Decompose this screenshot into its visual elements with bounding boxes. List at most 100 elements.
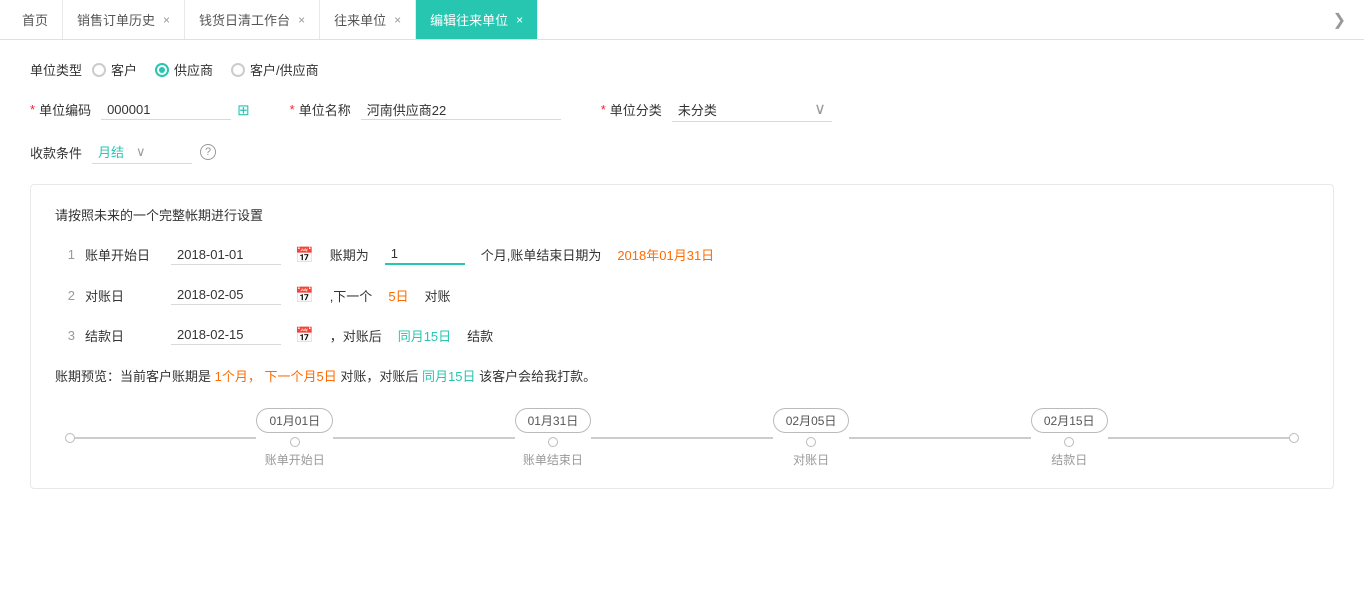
tab-home-label: 首页 — [22, 10, 48, 29]
payment-prefix: ，对账后 — [330, 326, 382, 345]
timeline-start-dot — [65, 433, 75, 443]
tab-sales-history-label: 销售订单历史 — [77, 10, 155, 29]
unit-code-input[interactable] — [101, 100, 231, 120]
payment-day-highlight: 同月15日 — [398, 326, 451, 345]
tab-sales-history[interactable]: 销售订单历史 × — [63, 0, 185, 39]
unit-code-input-wrapper: ⊞ — [101, 100, 250, 120]
unit-category-required: * — [601, 102, 606, 117]
row-3-number: 3 — [55, 328, 75, 343]
payment-terms-arrow: ∨ — [136, 144, 146, 160]
unit-code-label: 单位编码 — [39, 100, 91, 119]
unit-code-required: * — [30, 102, 35, 117]
preview-payment-day: 同月15日 — [422, 369, 475, 384]
payment-terms-help[interactable]: ? — [200, 144, 216, 160]
payment-terms-label: 收款条件 — [30, 143, 82, 162]
setting-row-2: 2 对账日 📅 ,下一个 5日 对账 — [55, 285, 1309, 305]
tab-partners-label: 往来单位 — [334, 10, 386, 29]
reconcile-date-input[interactable] — [171, 285, 281, 305]
row-2-number: 2 — [55, 288, 75, 303]
main-content: 单位类型 客户 供应商 客户/供应商 * 单位编码 ⊞ — [0, 40, 1364, 608]
unit-type-label: 单位类型 — [30, 60, 82, 79]
unit-category-select[interactable]: 未分类 ∨ — [672, 97, 832, 122]
tab-partners[interactable]: 往来单位 × — [320, 0, 416, 39]
end-date-highlight: 2018年01月31日 — [617, 245, 714, 264]
tl-line-2 — [333, 437, 514, 439]
unit-category-arrow: ∨ — [814, 99, 826, 119]
timeline-node-2: 01月31日 账单结束日 — [515, 408, 592, 468]
preview-reconcile-text: 对账，对账后 — [340, 369, 418, 384]
tab-sales-history-close[interactable]: × — [163, 13, 170, 27]
tl-line-5 — [1108, 437, 1289, 439]
timeline-date-4: 02月15日 — [1031, 408, 1108, 433]
reconcile-date-calendar-icon[interactable]: 📅 — [295, 286, 314, 304]
radio-customer-supplier[interactable]: 客户/供应商 — [231, 60, 319, 79]
payment-date-input[interactable] — [171, 325, 281, 345]
period-unit-text: 个月,账单结束日期为 — [481, 245, 602, 264]
row-1-number: 1 — [55, 247, 75, 262]
period-value-input[interactable] — [385, 244, 465, 265]
preview-reconcile-day: 下一个月5日 — [265, 369, 337, 384]
radio-supplier-label: 供应商 — [174, 60, 213, 79]
dot-1 — [290, 437, 300, 447]
payment-terms-value: 月结 — [98, 142, 124, 161]
tl-line-4 — [849, 437, 1030, 439]
row-3-label: 结款日 — [85, 326, 155, 345]
timeline-end-dot — [1289, 433, 1299, 443]
tab-cash-workbench[interactable]: 钱货日清工作台 × — [185, 0, 320, 39]
tab-more-button[interactable]: ❯ — [1323, 10, 1356, 30]
payment-suffix: 结款 — [467, 326, 493, 345]
tab-cash-workbench-close[interactable]: × — [298, 13, 305, 27]
unit-name-required: * — [290, 102, 295, 117]
preview-prefix: 账期预览：当前客户账期是 — [55, 369, 211, 384]
preview-suffix: 该客户会给我打款。 — [479, 369, 596, 384]
unit-name-label: 单位名称 — [299, 100, 351, 119]
unit-info-row: * 单位编码 ⊞ * 单位名称 * 单位分类 未分类 ∨ — [30, 97, 1334, 122]
tl-line-3 — [591, 437, 772, 439]
setting-row-3: 3 结款日 📅 ，对账后 同月15日 结款 — [55, 325, 1309, 345]
radio-customer-supplier-circle — [231, 63, 245, 77]
dot-2 — [548, 437, 558, 447]
radio-customer[interactable]: 客户 — [92, 60, 137, 79]
section-title: 请按照未来的一个完整帐期进行设置 — [55, 205, 1309, 224]
preview-period: 1个月， — [215, 369, 261, 384]
dot-left — [65, 433, 75, 443]
start-date-input[interactable] — [171, 245, 281, 265]
radio-customer-supplier-label: 客户/供应商 — [250, 60, 319, 79]
radio-supplier-circle — [155, 63, 169, 77]
timeline: 01月01日 账单开始日 01月31日 账单结束日 02月05日 对账日 02月… — [55, 408, 1309, 468]
unit-code-copy-icon[interactable]: ⊞ — [237, 101, 250, 119]
payment-terms-select[interactable]: 月结 ∨ — [92, 140, 192, 164]
payment-date-calendar-icon[interactable]: 📅 — [295, 326, 314, 344]
tab-edit-partner-close[interactable]: × — [516, 13, 523, 27]
tab-cash-workbench-label: 钱货日清工作台 — [199, 10, 290, 29]
unit-type-radio-group: 客户 供应商 客户/供应商 — [92, 60, 319, 79]
dot-3 — [806, 437, 816, 447]
reconcile-day-highlight: 5日 — [388, 286, 408, 305]
period-label: 账期为 — [330, 245, 369, 264]
preview-text: 账期预览：当前客户账期是 1个月， 下一个月5日 对账，对账后 同月15日 该客… — [55, 365, 1309, 388]
dot-4 — [1064, 437, 1074, 447]
dot-right — [1289, 433, 1299, 443]
row-2-label: 对账日 — [85, 286, 155, 305]
timeline-label-1: 账单开始日 — [265, 451, 325, 468]
start-date-calendar-icon[interactable]: 📅 — [295, 246, 314, 264]
unit-category-label: 单位分类 — [610, 100, 662, 119]
radio-supplier[interactable]: 供应商 — [155, 60, 213, 79]
unit-name-input[interactable] — [361, 100, 561, 120]
unit-category-group: * 单位分类 未分类 ∨ — [601, 97, 832, 122]
timeline-node-1: 01月01日 账单开始日 — [256, 408, 333, 468]
tab-edit-partner-label: 编辑往来单位 — [430, 10, 508, 29]
tab-edit-partner[interactable]: 编辑往来单位 × — [416, 0, 538, 39]
timeline-date-3: 02月05日 — [773, 408, 850, 433]
timeline-label-3: 对账日 — [793, 451, 829, 468]
tab-partners-close[interactable]: × — [394, 13, 401, 27]
timeline-label-4: 结款日 — [1051, 451, 1087, 468]
unit-type-row: 单位类型 客户 供应商 客户/供应商 — [30, 60, 1334, 79]
unit-name-group: * 单位名称 — [290, 100, 561, 120]
timeline-node-3: 02月05日 对账日 — [773, 408, 850, 468]
tab-home[interactable]: 首页 — [8, 0, 63, 39]
timeline-date-1: 01月01日 — [256, 408, 333, 433]
tl-line-1 — [75, 437, 256, 439]
row-1-label: 账单开始日 — [85, 245, 155, 264]
timeline-node-4: 02月15日 结款日 — [1031, 408, 1108, 468]
